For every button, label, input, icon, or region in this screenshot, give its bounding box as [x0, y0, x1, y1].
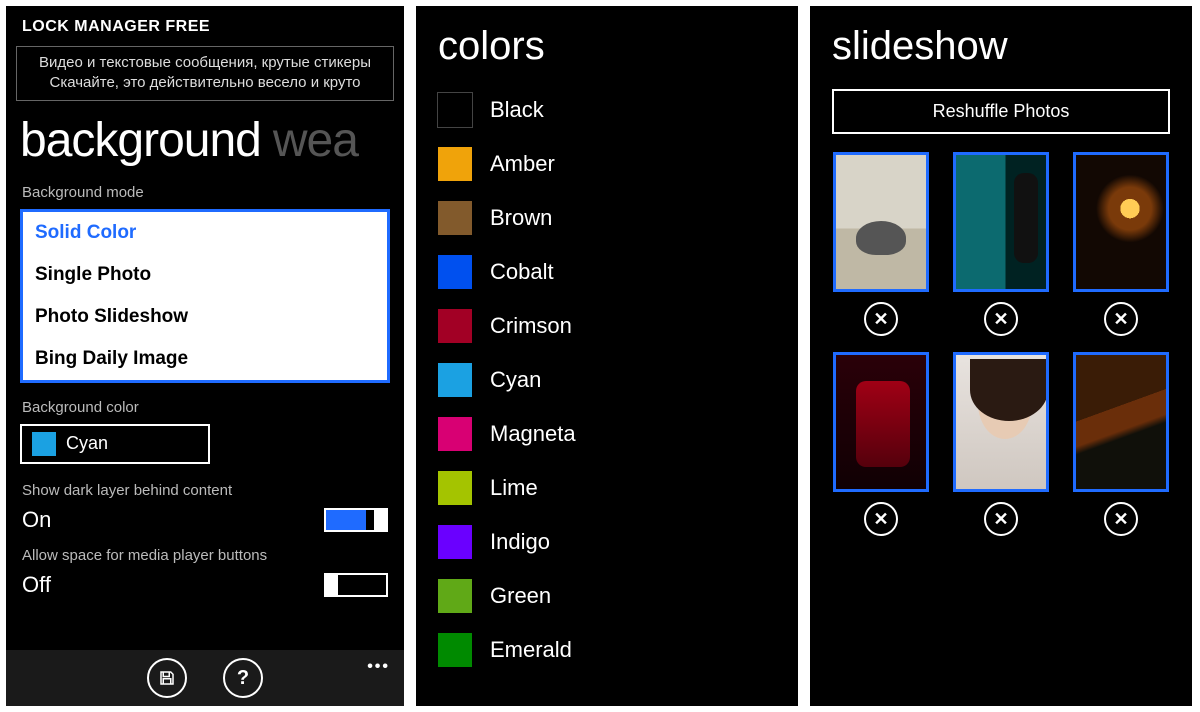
color-item-indigo[interactable]: Indigo [438, 515, 776, 569]
photo-thumbnail[interactable] [833, 352, 929, 492]
pivot-tab-weather[interactable]: wea [273, 113, 358, 168]
color-swatch [438, 417, 472, 451]
mode-option-solid-color[interactable]: Solid Color [23, 212, 387, 254]
dark-layer-value: On [22, 507, 51, 533]
save-icon [158, 669, 176, 687]
reshuffle-button[interactable]: Reshuffle Photos [832, 89, 1170, 134]
panel-colors: colors Black Amber Brown Cobalt Crimson Cyan M… [416, 6, 798, 706]
color-swatch [438, 363, 472, 397]
color-swatch [438, 633, 472, 667]
ad-line-2: Скачайте, это действительно весело и кру… [25, 73, 385, 93]
photo-cell: ✕ [950, 352, 1052, 536]
toggle-row-dark-layer: On [6, 503, 404, 541]
color-swatch [438, 147, 472, 181]
more-button[interactable]: ••• [367, 658, 390, 676]
color-label: Cyan [490, 367, 541, 393]
remove-photo-button[interactable]: ✕ [864, 502, 898, 536]
background-color-swatch [32, 432, 56, 456]
remove-photo-button[interactable]: ✕ [864, 302, 898, 336]
pivot-tab-background[interactable]: background [20, 113, 261, 168]
app-bar: ? ••• [6, 650, 404, 706]
label-media-space: Allow space for media player buttons [6, 541, 404, 568]
pivot-header[interactable]: background wea [6, 111, 404, 178]
photo-cell: ✕ [1070, 352, 1172, 536]
close-icon: ✕ [1113, 509, 1128, 530]
help-button[interactable]: ? [223, 658, 263, 698]
panel-background-settings: LOCK MANAGER FREE Видео и текстовые сооб… [6, 6, 404, 706]
label-dark-layer: Show dark layer behind content [6, 476, 404, 503]
save-button[interactable] [147, 658, 187, 698]
remove-photo-button[interactable]: ✕ [984, 502, 1018, 536]
toggle-row-media-space: Off [6, 568, 404, 606]
color-swatch [438, 525, 472, 559]
color-item-crimson[interactable]: Crimson [438, 299, 776, 353]
color-item-magneta[interactable]: Magneta [438, 407, 776, 461]
color-label: Black [490, 97, 544, 123]
remove-photo-button[interactable]: ✕ [1104, 502, 1138, 536]
mode-option-bing-daily[interactable]: Bing Daily Image [23, 338, 387, 380]
media-space-toggle[interactable] [324, 573, 388, 597]
color-item-amber[interactable]: Amber [438, 137, 776, 191]
color-label: Magneta [490, 421, 576, 447]
color-label: Indigo [490, 529, 550, 555]
dark-layer-toggle[interactable] [324, 508, 388, 532]
color-item-cyan[interactable]: Cyan [438, 353, 776, 407]
page-title-colors: colors [416, 6, 798, 83]
close-icon: ✕ [993, 309, 1008, 330]
color-label: Emerald [490, 637, 572, 663]
color-swatch [438, 201, 472, 235]
photo-thumbnail[interactable] [1073, 152, 1169, 292]
color-item-emerald[interactable]: Emerald [438, 623, 776, 677]
photo-cell: ✕ [830, 352, 932, 536]
mode-option-single-photo[interactable]: Single Photo [23, 254, 387, 296]
color-swatch [438, 579, 472, 613]
photo-thumbnail[interactable] [1073, 352, 1169, 492]
background-mode-dropdown[interactable]: Solid Color Single Photo Photo Slideshow… [20, 209, 390, 383]
photo-thumbnail[interactable] [953, 152, 1049, 292]
photo-thumbnail[interactable] [833, 152, 929, 292]
page-title-slideshow: slideshow [810, 6, 1192, 83]
color-label: Cobalt [490, 259, 554, 285]
mode-option-photo-slideshow[interactable]: Photo Slideshow [23, 296, 387, 338]
color-label: Crimson [490, 313, 572, 339]
app-title: LOCK MANAGER FREE [6, 6, 404, 42]
color-item-black[interactable]: Black [438, 83, 776, 137]
panel-slideshow: slideshow Reshuffle Photos ✕ ✕ ✕ ✕ ✕ ✕ [810, 6, 1192, 706]
color-item-green[interactable]: Green [438, 569, 776, 623]
color-swatch [438, 255, 472, 289]
help-icon: ? [237, 667, 249, 690]
photo-grid: ✕ ✕ ✕ ✕ ✕ ✕ [810, 152, 1192, 536]
color-list: Black Amber Brown Cobalt Crimson Cyan Magneta L… [416, 83, 798, 677]
close-icon: ✕ [993, 509, 1008, 530]
color-label: Green [490, 583, 551, 609]
remove-photo-button[interactable]: ✕ [1104, 302, 1138, 336]
color-swatch [438, 309, 472, 343]
color-label: Lime [490, 475, 538, 501]
photo-cell: ✕ [1070, 152, 1172, 336]
color-item-brown[interactable]: Brown [438, 191, 776, 245]
close-icon: ✕ [873, 309, 888, 330]
ad-banner[interactable]: Видео и текстовые сообщения, крутые стик… [16, 46, 394, 101]
color-label: Amber [490, 151, 555, 177]
close-icon: ✕ [1113, 309, 1128, 330]
photo-cell: ✕ [950, 152, 1052, 336]
ad-line-1: Видео и текстовые сообщения, крутые стик… [25, 53, 385, 73]
color-label: Brown [490, 205, 552, 231]
color-swatch [438, 471, 472, 505]
label-background-color: Background color [6, 393, 404, 420]
photo-cell: ✕ [830, 152, 932, 336]
background-color-picker[interactable]: Cyan [20, 424, 210, 464]
background-color-name: Cyan [66, 433, 108, 454]
remove-photo-button[interactable]: ✕ [984, 302, 1018, 336]
color-item-cobalt[interactable]: Cobalt [438, 245, 776, 299]
label-background-mode: Background mode [6, 178, 404, 205]
color-swatch [438, 93, 472, 127]
media-space-value: Off [22, 572, 51, 598]
color-item-lime[interactable]: Lime [438, 461, 776, 515]
close-icon: ✕ [873, 509, 888, 530]
photo-thumbnail[interactable] [953, 352, 1049, 492]
